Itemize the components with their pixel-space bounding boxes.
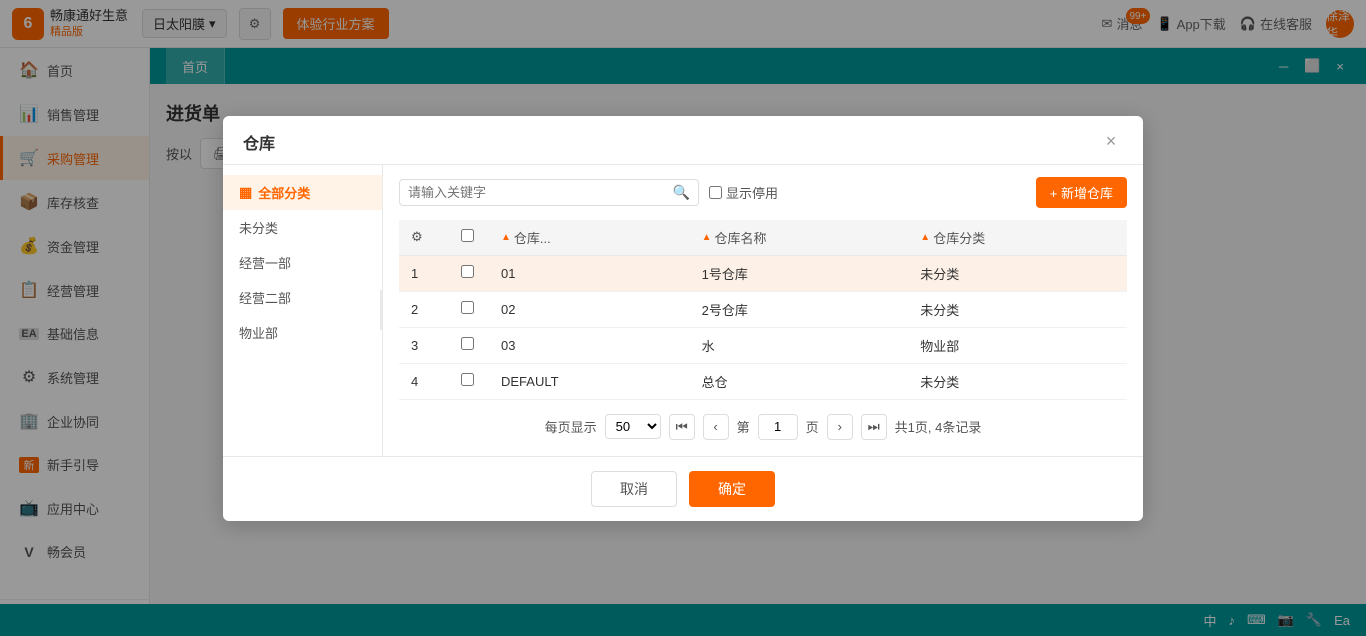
th-code[interactable]: ▲ 仓库...: [489, 220, 690, 256]
new-warehouse-button[interactable]: + 新增仓库: [1036, 177, 1127, 208]
category-item-all[interactable]: ▦ 全部分类: [223, 175, 382, 210]
sort-icon-category: ▲: [920, 232, 930, 243]
row-code: 03: [489, 327, 690, 363]
table-row[interactable]: 2 02 2号仓库 未分类: [399, 291, 1127, 327]
th-settings[interactable]: ⚙: [399, 220, 449, 256]
table-row[interactable]: 3 03 水 物业部: [399, 327, 1127, 363]
modal-overlay: 仓库 × ▦ 全部分类 未分类 经营一部 经营二部: [0, 0, 1366, 636]
row-num: 3: [399, 327, 449, 363]
warehouse-table: ⚙ ▲ 仓库...: [399, 220, 1127, 400]
grid-cat-icon: ▦: [239, 184, 252, 201]
row-checkbox-cell[interactable]: [449, 255, 489, 291]
row-checkbox[interactable]: [461, 373, 474, 386]
warehouse-table-wrap: ⚙ ▲ 仓库...: [399, 220, 1127, 400]
row-num: 4: [399, 363, 449, 399]
confirm-button[interactable]: 确定: [689, 471, 775, 507]
first-page-button[interactable]: ⏮: [669, 414, 695, 440]
row-num: 2: [399, 291, 449, 327]
show-disabled-checkbox[interactable]: [709, 186, 722, 199]
modal-close-button[interactable]: ×: [1099, 130, 1123, 154]
row-checkbox-cell[interactable]: [449, 327, 489, 363]
show-disabled-checkbox-label[interactable]: 显示停用: [709, 183, 778, 202]
search-box: 🔍: [399, 179, 699, 206]
last-page-button[interactable]: ⏭: [861, 414, 887, 440]
row-name: 总仓: [690, 363, 909, 399]
row-checkbox-cell[interactable]: [449, 291, 489, 327]
row-checkbox-cell[interactable]: [449, 363, 489, 399]
row-category: 未分类: [908, 363, 1127, 399]
table-area: 🔍 显示停用 + 新增仓库 ⚙: [383, 165, 1143, 456]
sort-icon-name: ▲: [702, 232, 712, 243]
search-input[interactable]: [408, 185, 669, 200]
category-item-ops1[interactable]: 经营一部: [223, 245, 382, 280]
next-page-button[interactable]: ›: [827, 414, 853, 440]
modal-footer: 取消 确定: [223, 456, 1143, 521]
table-toolbar: 🔍 显示停用 + 新增仓库: [399, 177, 1127, 208]
th-category[interactable]: ▲ 仓库分类: [908, 220, 1127, 256]
row-checkbox[interactable]: [461, 265, 474, 278]
cancel-button[interactable]: 取消: [591, 471, 677, 507]
row-category: 物业部: [908, 327, 1127, 363]
row-num: 1: [399, 255, 449, 291]
category-item-property[interactable]: 物业部: [223, 315, 382, 350]
row-name: 1号仓库: [690, 255, 909, 291]
row-code: DEFAULT: [489, 363, 690, 399]
modal-title: 仓库: [243, 130, 275, 154]
row-code: 02: [489, 291, 690, 327]
row-name: 水: [690, 327, 909, 363]
table-row[interactable]: 4 DEFAULT 总仓 未分类: [399, 363, 1127, 399]
category-collapse-button[interactable]: ‹: [380, 290, 383, 330]
row-category: 未分类: [908, 255, 1127, 291]
th-checkbox[interactable]: [449, 220, 489, 256]
prev-page-button[interactable]: ‹: [703, 414, 729, 440]
modal-body: ▦ 全部分类 未分类 经营一部 经营二部 物业部 ‹: [223, 165, 1143, 456]
pagination: 每页显示 50 10 20 100 ⏮ ‹ 第 页 › ⏭ 共1页, 4条记录: [399, 400, 1127, 444]
sort-icon-code: ▲: [501, 232, 511, 243]
category-sidebar: ▦ 全部分类 未分类 经营一部 经营二部 物业部 ‹: [223, 165, 383, 456]
warehouse-modal: 仓库 × ▦ 全部分类 未分类 经营一部 经营二部: [223, 116, 1143, 521]
th-name[interactable]: ▲ 仓库名称: [690, 220, 909, 256]
row-checkbox[interactable]: [461, 301, 474, 314]
page-number-input[interactable]: [758, 414, 798, 440]
select-all-checkbox[interactable]: [461, 229, 474, 242]
per-page-select[interactable]: 50 10 20 100: [605, 414, 661, 439]
category-item-ops2[interactable]: 经营二部: [223, 280, 382, 315]
modal-header: 仓库 ×: [223, 116, 1143, 165]
row-checkbox[interactable]: [461, 337, 474, 350]
row-code: 01: [489, 255, 690, 291]
row-category: 未分类: [908, 291, 1127, 327]
table-row[interactable]: 1 01 1号仓库 未分类: [399, 255, 1127, 291]
category-item-unclassified[interactable]: 未分类: [223, 210, 382, 245]
row-name: 2号仓库: [690, 291, 909, 327]
search-icon[interactable]: 🔍: [673, 184, 690, 201]
